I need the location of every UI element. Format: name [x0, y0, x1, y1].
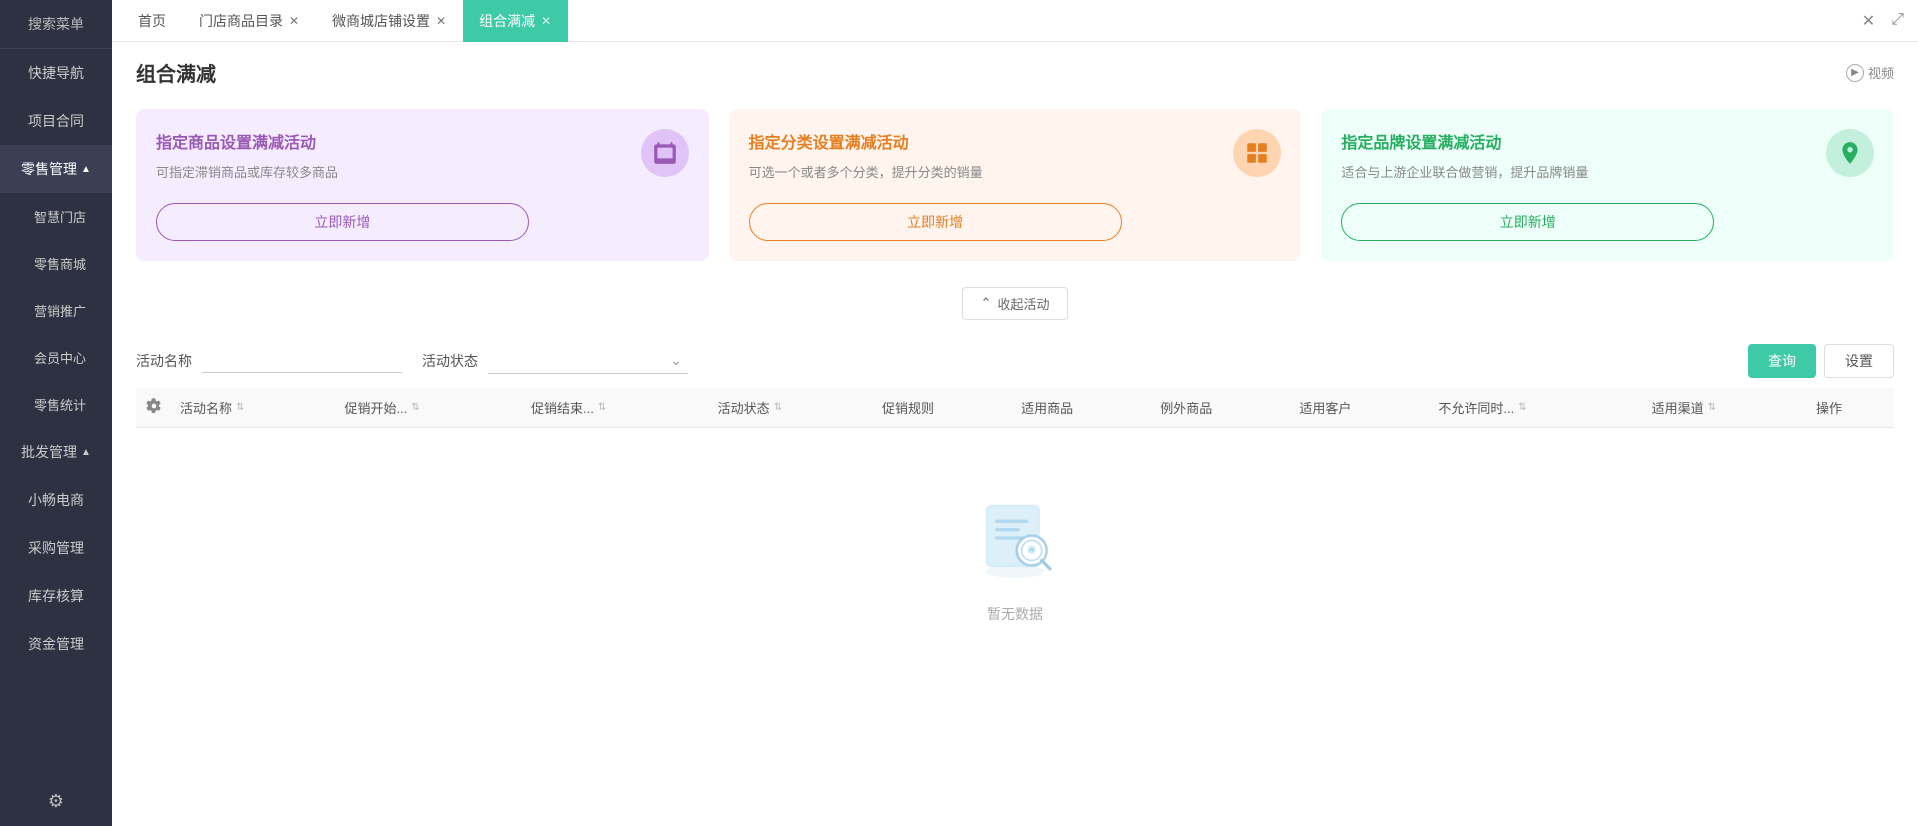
empty-state: 暂无数据 [136, 428, 1894, 664]
sidebar-item-capital-management[interactable]: 资金管理 [0, 620, 112, 668]
category-card-title: 指定分类设置满减活动 [749, 129, 1282, 153]
sidebar-item-wholesale-management[interactable]: 批发管理 ▲ [0, 428, 112, 476]
activity-name-input[interactable] [202, 348, 402, 373]
sidebar: 搜索菜单 快捷导航 项目合同 零售管理 ▲ 智慧门店 零售商城 营销推广 会员中… [0, 0, 112, 826]
sort-applicable-channel[interactable]: ⇅ [1708, 402, 1716, 413]
sidebar-item-retail-management[interactable]: 零售管理 ▲ [0, 145, 112, 193]
activity-name-label: 活动名称 [136, 351, 192, 371]
tab-bar: 首页 门店商品目录 ✕ 微商城店铺设置 ✕ 组合满减 ✕ ✕ ⤢ [112, 0, 1918, 42]
product-card-desc: 可指定滞销商品或库存较多商品 [156, 163, 689, 183]
search-area: 活动名称 活动状态 ⌄ 查询 设置 [112, 334, 1918, 388]
col-gear[interactable] [136, 388, 172, 428]
sidebar-item-smart-store[interactable]: 智慧门店 [0, 193, 112, 240]
sort-activity-status[interactable]: ⇅ [774, 402, 782, 413]
col-promo-rule: 促销规则 [874, 388, 1013, 428]
sidebar-item-quick-nav[interactable]: 快捷导航 [0, 49, 112, 97]
tab-wechat-store-close[interactable]: ✕ [436, 14, 446, 28]
brand-card-icon [1826, 129, 1874, 177]
wholesale-management-arrow: ▲ [81, 447, 91, 458]
activity-status-field: 活动状态 ⌄ [422, 348, 688, 374]
settings-button[interactable]: 设置 [1824, 344, 1894, 378]
col-exception-goods: 例外商品 [1152, 388, 1291, 428]
col-not-allow-simultaneous: 不允许同时... ⇅ [1430, 388, 1643, 428]
collapse-button[interactable]: ⌃ 收起活动 [962, 287, 1069, 320]
sort-promo-start[interactable]: ⇅ [411, 402, 419, 413]
window-maximize-button[interactable]: ⤢ [1887, 7, 1908, 35]
brand-card-desc: 适合与上游企业联合做营销，提升品牌销量 [1341, 163, 1874, 183]
category-card-icon [1233, 129, 1281, 177]
sidebar-item-inventory-core[interactable]: 库存核算 [0, 572, 112, 620]
collapse-bar: ⌃ 收起活动 [112, 281, 1918, 334]
sort-promo-end[interactable]: ⇅ [598, 402, 606, 413]
col-operation: 操作 [1808, 388, 1894, 428]
tab-combo-discount-close[interactable]: ✕ [541, 14, 551, 28]
sidebar-item-marketing[interactable]: 营销推广 [0, 287, 112, 334]
activity-status-label: 活动状态 [422, 351, 478, 371]
product-card: 指定商品设置满减活动 可指定滞销商品或库存较多商品 立即新增 [136, 109, 709, 261]
category-card-desc: 可选一个或者多个分类，提升分类的销量 [749, 163, 1282, 183]
data-table: 活动名称 ⇅ 促销开始... ⇅ 促销结束... [136, 388, 1894, 428]
col-activity-name: 活动名称 ⇅ [172, 388, 336, 428]
window-close-button[interactable]: ✕ [1858, 7, 1879, 35]
empty-text: 暂无数据 [987, 604, 1043, 624]
sort-activity-name[interactable]: ⇅ [236, 402, 244, 413]
tab-store-catalog-close[interactable]: ✕ [289, 14, 299, 28]
product-card-icon [641, 129, 689, 177]
page-header: 组合满减 ▶ 视频 [112, 42, 1918, 99]
tab-home[interactable]: 首页 [122, 0, 183, 42]
page-title: 组合满减 [136, 58, 216, 87]
tab-bar-actions: ✕ ⤢ [1858, 7, 1908, 35]
col-applicable-customers: 适用客户 [1291, 388, 1430, 428]
sidebar-settings-button[interactable]: ⚙ [0, 777, 112, 826]
main-content: 首页 门店商品目录 ✕ 微商城店铺设置 ✕ 组合满减 ✕ ✕ ⤢ 组合满减 ▶ … [112, 0, 1918, 826]
empty-illustration [965, 488, 1065, 588]
table-area: 活动名称 ⇅ 促销开始... ⇅ 促销结束... [112, 388, 1918, 664]
product-card-btn[interactable]: 立即新增 [156, 203, 529, 241]
sidebar-item-project-contract[interactable]: 项目合同 [0, 97, 112, 145]
tab-combo-discount[interactable]: 组合满减 ✕ [463, 0, 568, 42]
chevron-down-icon: ⌄ [670, 352, 682, 369]
search-actions: 查询 设置 [1748, 344, 1894, 378]
sidebar-item-retail-mall[interactable]: 零售商城 [0, 240, 112, 287]
col-promo-end: 促销结束... ⇅ [523, 388, 710, 428]
category-card: 指定分类设置满减活动 可选一个或者多个分类，提升分类的销量 立即新增 [729, 109, 1302, 261]
sidebar-item-purchase-management[interactable]: 采购管理 [0, 524, 112, 572]
tab-wechat-store[interactable]: 微商城店铺设置 ✕ [316, 0, 463, 42]
sidebar-item-xiaochange-ecommerce[interactable]: 小畅电商 [0, 476, 112, 524]
cards-row: 指定商品设置满减活动 可指定滞销商品或库存较多商品 立即新增 指定分类设置满减活… [112, 99, 1918, 281]
brand-card: 指定品牌设置满减活动 适合与上游企业联合做营销，提升品牌销量 立即新增 [1321, 109, 1894, 261]
sidebar-search[interactable]: 搜索菜单 [0, 0, 112, 49]
query-button[interactable]: 查询 [1748, 344, 1816, 378]
tab-store-catalog[interactable]: 门店商品目录 ✕ [183, 0, 316, 42]
brand-card-title: 指定品牌设置满减活动 [1341, 129, 1874, 153]
product-card-title: 指定商品设置满减活动 [156, 129, 689, 153]
retail-management-arrow: ▲ [81, 164, 91, 175]
sidebar-item-retail-stats[interactable]: 零售统计 [0, 381, 112, 428]
sidebar-item-member-center[interactable]: 会员中心 [0, 334, 112, 381]
col-promo-start: 促销开始... ⇅ [336, 388, 523, 428]
activity-name-field: 活动名称 [136, 348, 402, 373]
col-applicable-goods: 适用商品 [1013, 388, 1152, 428]
video-link[interactable]: ▶ 视频 [1846, 63, 1894, 82]
col-activity-status: 活动状态 ⇅ [710, 388, 874, 428]
activity-status-select[interactable]: ⌄ [488, 348, 688, 374]
col-applicable-channel: 适用渠道 ⇅ [1644, 388, 1808, 428]
page-content: 组合满减 ▶ 视频 指定商品设置满减活动 可指定滞销商品或库存较多商品 立即新增 [112, 42, 1918, 826]
sort-not-allow-simultaneous[interactable]: ⇅ [1518, 402, 1526, 413]
collapse-icon: ⌃ [981, 295, 992, 311]
brand-card-btn[interactable]: 立即新增 [1341, 203, 1714, 241]
category-card-btn[interactable]: 立即新增 [749, 203, 1122, 241]
play-icon: ▶ [1846, 64, 1864, 82]
